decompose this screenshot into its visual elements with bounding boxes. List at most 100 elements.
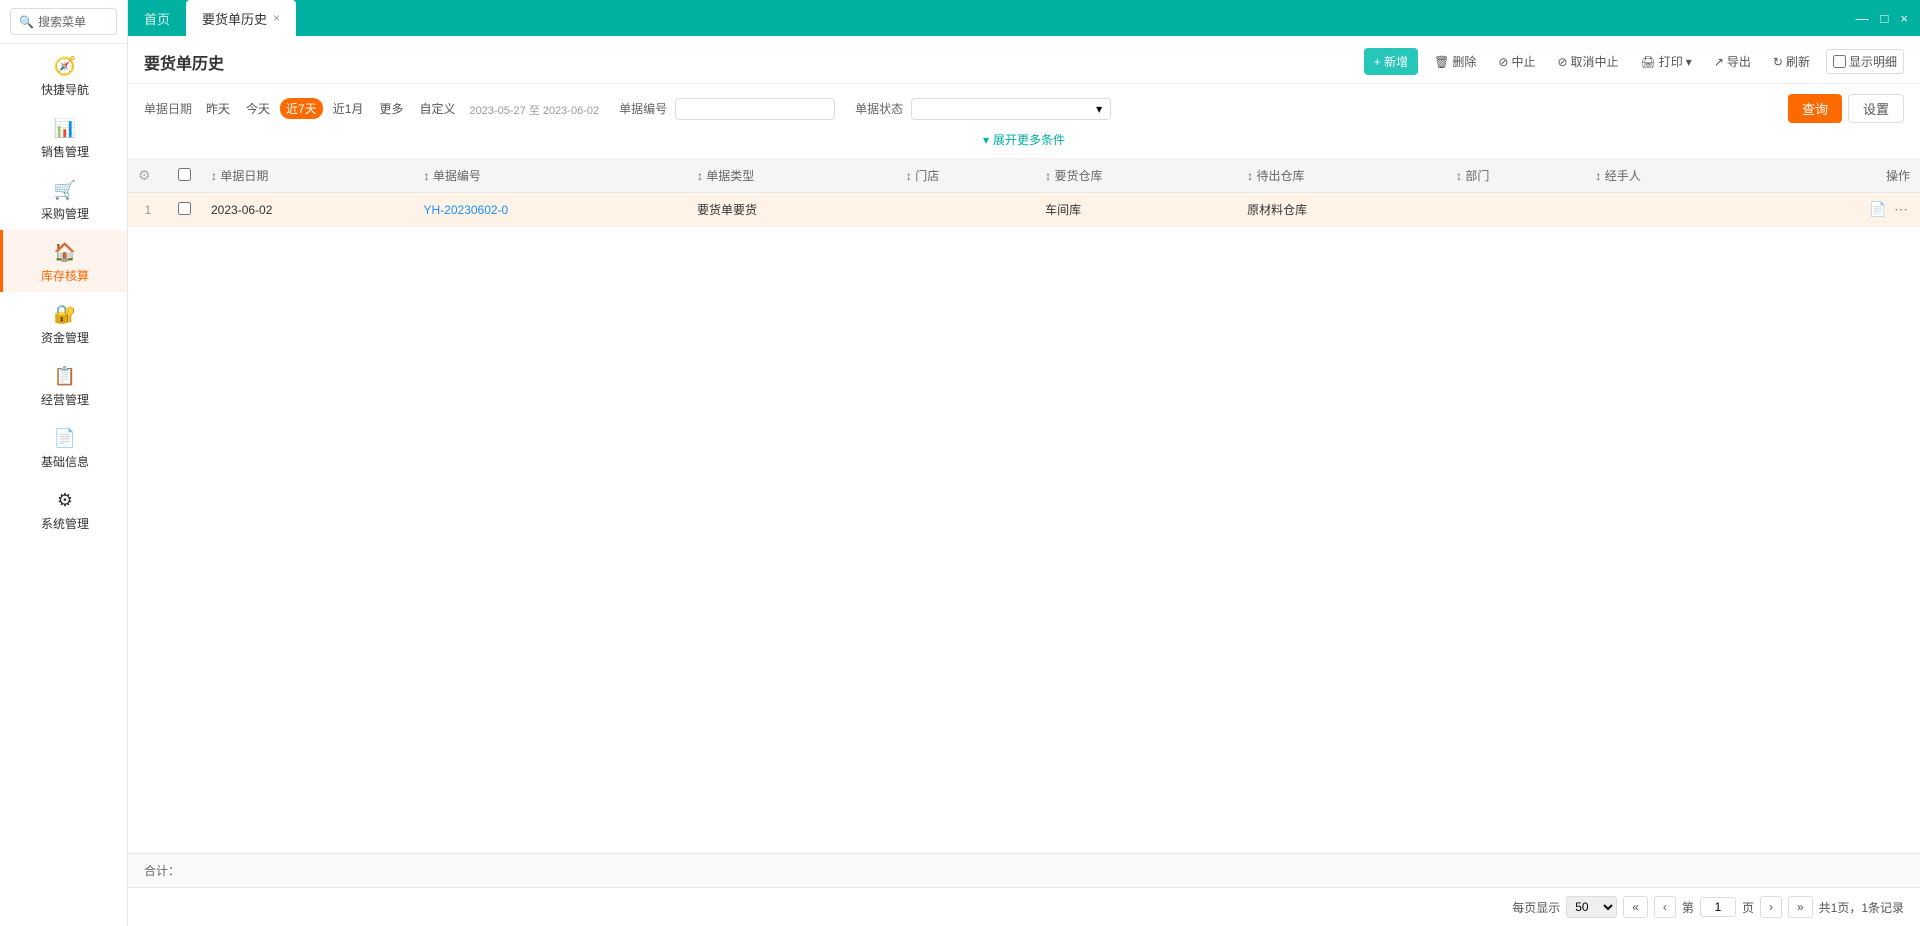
first-page-button[interactable]: «: [1623, 896, 1648, 918]
cancel-stop-icon: ⊘: [1557, 55, 1567, 69]
page-label: 第: [1682, 899, 1694, 916]
row-req-warehouse: 车间库: [1035, 193, 1237, 227]
status-label: 单据状态: [855, 100, 903, 117]
pagination-summary: 共1页，1条记录: [1819, 899, 1904, 916]
window-maximize-icon[interactable]: □: [1881, 11, 1889, 26]
page-suffix: 页: [1742, 899, 1754, 916]
quick-nav-label: 快捷导航: [41, 81, 89, 98]
doc-no-input[interactable]: [675, 98, 835, 120]
inventory-label: 库存核算: [41, 267, 89, 284]
th-pending-warehouse: ↕ 待出仓库: [1237, 159, 1446, 193]
row-dept: [1446, 193, 1585, 227]
sidebar-item-sales[interactable]: 📊 销售管理: [0, 106, 127, 168]
row-checkbox[interactable]: [178, 202, 191, 215]
col-req-warehouse-label: 要货仓库: [1055, 169, 1103, 183]
date-option-昨天[interactable]: 昨天: [200, 98, 236, 119]
new-button[interactable]: + 新增: [1364, 48, 1418, 75]
row-checkbox-cell[interactable]: [168, 193, 201, 227]
row-more-icon[interactable]: ⋯: [1892, 199, 1910, 219]
th-doc-no: ↕ 单据编号: [414, 159, 687, 193]
date-filter-group: 单据日期 昨天今天近7天近1月更多自定义 2023-05-27 至 2023-0…: [144, 98, 599, 119]
date-option-近7天[interactable]: 近7天: [280, 98, 323, 119]
search-icon: 🔍: [19, 15, 34, 29]
print-label: 打印: [1659, 53, 1683, 70]
sidebar-item-inventory[interactable]: 🏠 库存核算: [0, 230, 127, 292]
stop-label: 中止: [1511, 53, 1535, 70]
date-option-近1月[interactable]: 近1月: [327, 98, 370, 119]
row-doc-no-link[interactable]: YH-20230602-0: [424, 203, 509, 217]
sidebar: 🔍 搜索菜单 🧭 快捷导航 📊 销售管理 🛒 采购管理 🏠 库存核算 🔐 资金管…: [0, 0, 128, 926]
content-area: 要货单历史 + 新增 🗑 删除 ⊘ 中止 ⊘ 取消中止 🖨 打印: [128, 36, 1920, 926]
topbar: 首页 要货单历史 × — □ ×: [128, 0, 1920, 36]
filter-row-1: 单据日期 昨天今天近7天近1月更多自定义 2023-05-27 至 2023-0…: [144, 94, 1904, 123]
system-icon: ⚙: [57, 490, 73, 511]
row-num: 1: [128, 193, 168, 227]
next-page-button[interactable]: ›: [1760, 896, 1782, 918]
display-detail-button[interactable]: 显示明细: [1826, 49, 1904, 74]
th-dept: ↕ 部门: [1446, 159, 1585, 193]
status-filter-group: 单据状态 ▾: [855, 98, 1111, 120]
export-button[interactable]: ↗ 导出: [1708, 49, 1757, 74]
topbar-right: — □ ×: [1856, 11, 1920, 26]
row-edit-icon[interactable]: 📄: [1867, 199, 1888, 219]
sales-icon: 📊: [54, 118, 76, 139]
display-detail-label: 显示明细: [1849, 53, 1897, 70]
date-option-更多[interactable]: 更多: [373, 98, 409, 119]
print-button[interactable]: 🖨 打印 ▾: [1635, 49, 1698, 74]
sidebar-item-quick-nav[interactable]: 🧭 快捷导航: [0, 44, 127, 106]
operations-label: 经营管理: [41, 391, 89, 408]
row-store: [896, 193, 1035, 227]
cancel-stop-label: 取消中止: [1571, 53, 1619, 70]
sidebar-item-purchase[interactable]: 🛒 采购管理: [0, 168, 127, 230]
window-minimize-icon[interactable]: —: [1856, 11, 1869, 26]
date-options: 昨天今天近7天近1月更多自定义: [200, 98, 461, 119]
toolbar: + 新增 🗑 删除 ⊘ 中止 ⊘ 取消中止 🖨 打印 ▾: [1364, 48, 1904, 75]
sidebar-search-wrapper[interactable]: 🔍 搜索菜单: [0, 0, 127, 44]
page-title: 要货单历史: [144, 50, 224, 74]
sales-label: 销售管理: [41, 143, 89, 160]
th-doc-type: ↕ 单据类型: [687, 159, 896, 193]
page-size-select[interactable]: 50 10 20 100: [1566, 896, 1617, 918]
col-doc-type-label: 单据类型: [706, 169, 754, 183]
col-doc-date-label: 单据日期: [220, 169, 268, 183]
doc-no-filter-group: 单据编号: [619, 98, 835, 120]
finance-icon: 🔐: [54, 304, 76, 325]
date-option-自定义[interactable]: 自定义: [413, 98, 461, 119]
tab-active[interactable]: 要货单历史 ×: [186, 0, 296, 36]
window-close-icon[interactable]: ×: [1900, 11, 1908, 26]
export-label: 导出: [1727, 53, 1751, 70]
refresh-button[interactable]: ↻ 刷新: [1767, 49, 1816, 74]
sidebar-search-input[interactable]: 🔍 搜索菜单: [10, 8, 117, 35]
page-number-input[interactable]: [1700, 897, 1736, 917]
sidebar-item-basic-info[interactable]: 📄 基础信息: [0, 416, 127, 478]
delete-label: 删除: [1452, 53, 1476, 70]
sidebar-item-system[interactable]: ⚙ 系统管理: [0, 478, 127, 540]
th-doc-date: ↕ 单据日期: [201, 159, 414, 193]
filter-area: 单据日期 昨天今天近7天近1月更多自定义 2023-05-27 至 2023-0…: [128, 84, 1920, 159]
prev-page-button[interactable]: ‹: [1654, 896, 1676, 918]
sidebar-item-finance[interactable]: 🔐 资金管理: [0, 292, 127, 354]
column-settings-icon[interactable]: ⚙: [138, 167, 151, 183]
expand-filter-row[interactable]: ▾ 展开更多条件: [144, 131, 1904, 148]
purchase-label: 采购管理: [41, 205, 89, 222]
stop-button[interactable]: ⊘ 中止: [1492, 49, 1541, 74]
export-icon: ↗: [1714, 55, 1724, 69]
sidebar-item-operations[interactable]: 📋 经营管理: [0, 354, 127, 416]
delete-button[interactable]: 🗑 删除: [1428, 49, 1482, 74]
status-dropdown-icon: ▾: [1096, 102, 1102, 116]
display-detail-checkbox[interactable]: [1833, 55, 1846, 68]
quick-nav-icon: 🧭: [54, 56, 76, 77]
status-select[interactable]: ▾: [911, 98, 1111, 120]
th-action: 操作: [1756, 159, 1920, 193]
tab-active-label: 要货单历史: [202, 9, 267, 28]
date-option-今天[interactable]: 今天: [240, 98, 276, 119]
settings-button[interactable]: 设置: [1848, 94, 1904, 123]
select-all-checkbox[interactable]: [178, 168, 191, 181]
data-table: ⚙ ↕ 单据日期 ↕ 单据编号 ↕ 单据类型: [128, 159, 1920, 227]
print-dropdown-icon: ▾: [1686, 55, 1692, 69]
tab-close-icon[interactable]: ×: [273, 11, 280, 25]
last-page-button[interactable]: »: [1788, 896, 1813, 918]
cancel-stop-button[interactable]: ⊘ 取消中止: [1551, 49, 1624, 74]
query-button[interactable]: 查询: [1788, 94, 1842, 123]
tab-home[interactable]: 首页: [128, 0, 186, 36]
